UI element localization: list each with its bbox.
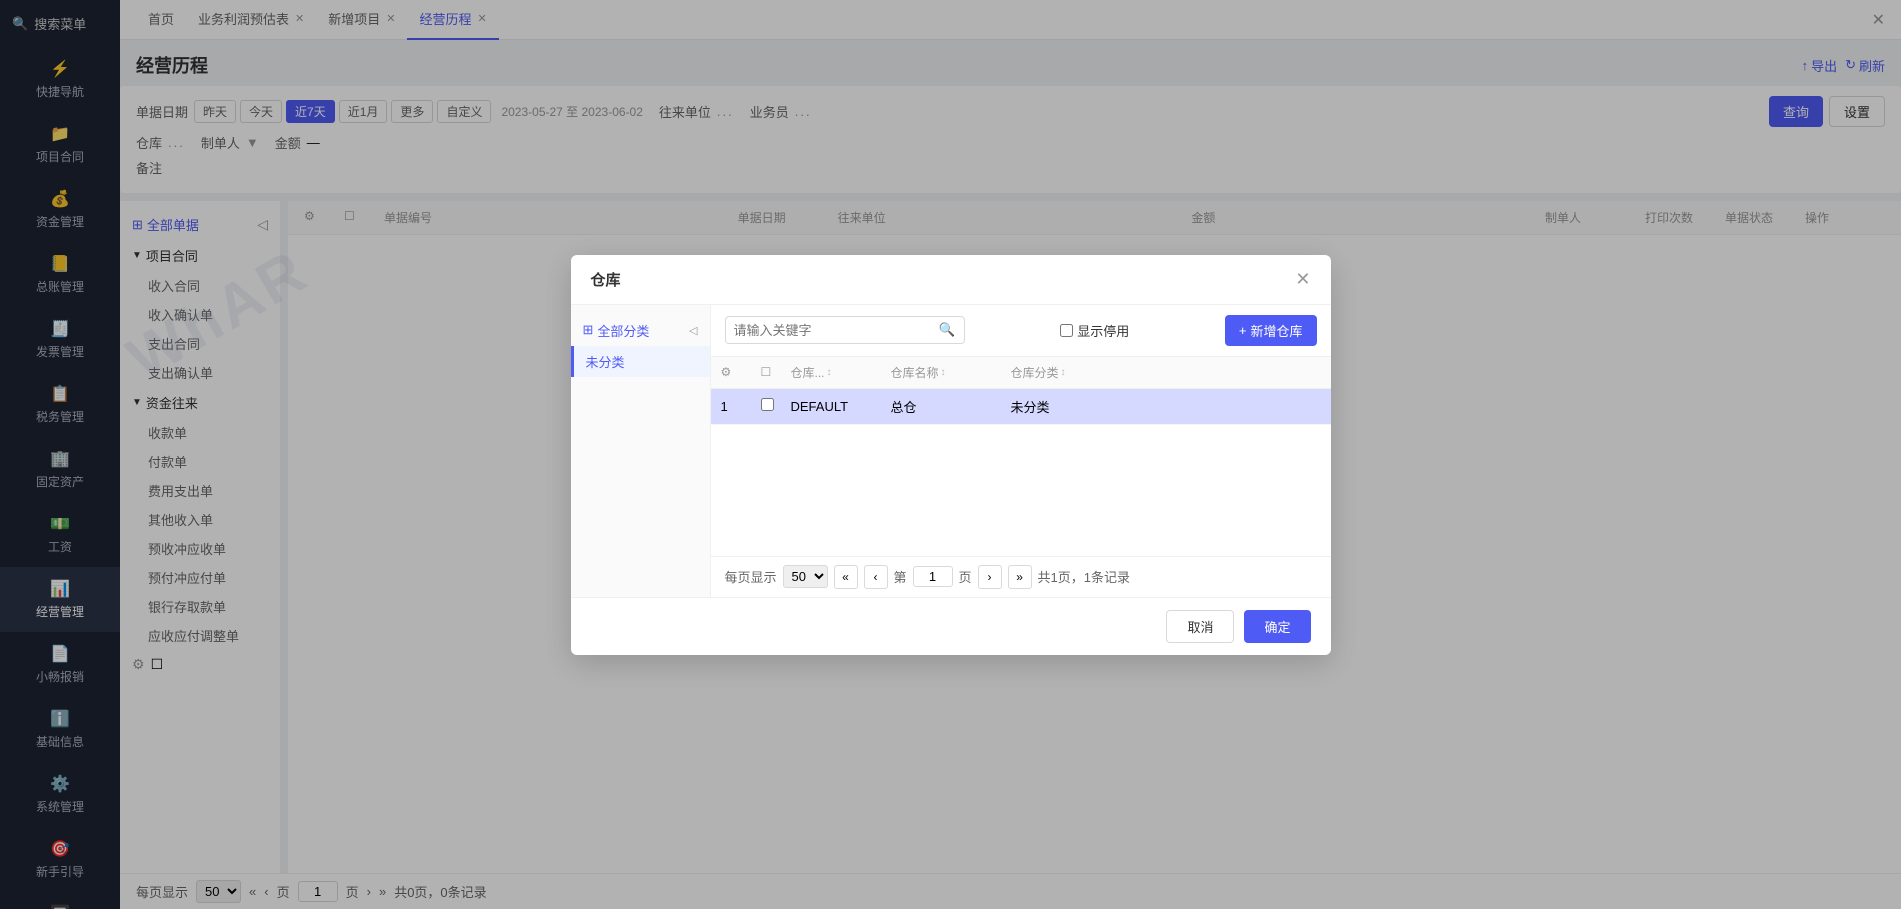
row-checkbox[interactable]	[761, 398, 791, 414]
modal-close-button[interactable]: ✕	[1295, 269, 1310, 290]
modal-th-code: 仓库... ↕	[791, 364, 891, 381]
modal-table-header: ⚙ ☐ 仓库... ↕ 仓库名称 ↕ 仓库分类 ↕	[711, 357, 1331, 389]
modal-search-button[interactable]: 🔍	[931, 317, 964, 343]
show-disabled-checkbox[interactable]	[1060, 324, 1073, 337]
modal-per-page-label: 每页显示	[725, 567, 777, 586]
modal-page-label: 第	[894, 567, 907, 586]
modal-toolbar: 🔍 显示停用 + 新增仓库	[711, 305, 1331, 356]
modal-search-box: 🔍	[725, 316, 965, 344]
modal-footer: 取消 确定	[571, 597, 1331, 655]
modal-th-gear[interactable]: ⚙	[721, 364, 761, 381]
add-warehouse-button[interactable]: + 新增仓库	[1225, 315, 1317, 346]
modal-cancel-button[interactable]: 取消	[1166, 610, 1234, 643]
modal-collapse-btn[interactable]: ◁	[689, 324, 697, 337]
modal-header: 仓库 ✕	[571, 255, 1331, 305]
modal-search-input[interactable]	[726, 318, 931, 343]
modal-overlay: 仓库 ✕ ⊞ 全部分类 ◁ 未分类 🔍	[0, 0, 1901, 909]
modal-th-category: 仓库分类 ↕	[1011, 364, 1131, 381]
modal-title: 仓库	[591, 269, 621, 290]
modal-right-panel: 🔍 显示停用 + 新增仓库 ⚙ ☐	[711, 305, 1331, 597]
modal-table: ⚙ ☐ 仓库... ↕ 仓库名称 ↕ 仓库分类 ↕ 1	[711, 356, 1331, 556]
show-disabled-label[interactable]: 显示停用	[1060, 321, 1129, 340]
modal-total: 共1页，1条记录	[1038, 567, 1130, 586]
modal-category-panel: ⊞ 全部分类 ◁ 未分类	[571, 305, 711, 597]
modal-pagination: 每页显示 50 « ‹ 第 页 › » 共1页，1条记录	[711, 556, 1331, 597]
modal-all-category[interactable]: ⊞ 全部分类 ◁	[571, 315, 710, 346]
table-row[interactable]: 1 DEFAULT 总仓 未分类	[711, 389, 1331, 425]
modal-th-name: 仓库名称 ↕	[891, 364, 1011, 381]
modal-page-input[interactable]	[913, 566, 953, 587]
row-num: 1	[721, 399, 761, 414]
row-name: 总仓	[891, 397, 1011, 416]
grid-icon-modal: ⊞	[583, 322, 594, 338]
modal-page-last[interactable]: »	[1008, 565, 1032, 589]
modal-page-next[interactable]: ›	[978, 565, 1002, 589]
modal-th-checkbox[interactable]: ☐	[761, 364, 791, 381]
row-code: DEFAULT	[791, 399, 891, 414]
modal-confirm-button[interactable]: 确定	[1244, 610, 1310, 643]
modal-body: ⊞ 全部分类 ◁ 未分类 🔍 显示停用	[571, 305, 1331, 597]
plus-icon: +	[1239, 323, 1247, 338]
row-category: 未分类	[1011, 397, 1131, 416]
modal-per-page-select[interactable]: 50	[783, 565, 828, 588]
modal-page-prev[interactable]: ‹	[864, 565, 888, 589]
modal-page-suffix: 页	[959, 567, 972, 586]
modal-page-first[interactable]: «	[834, 565, 858, 589]
modal-uncategorized[interactable]: 未分类	[571, 346, 710, 377]
warehouse-modal: 仓库 ✕ ⊞ 全部分类 ◁ 未分类 🔍	[571, 255, 1331, 655]
